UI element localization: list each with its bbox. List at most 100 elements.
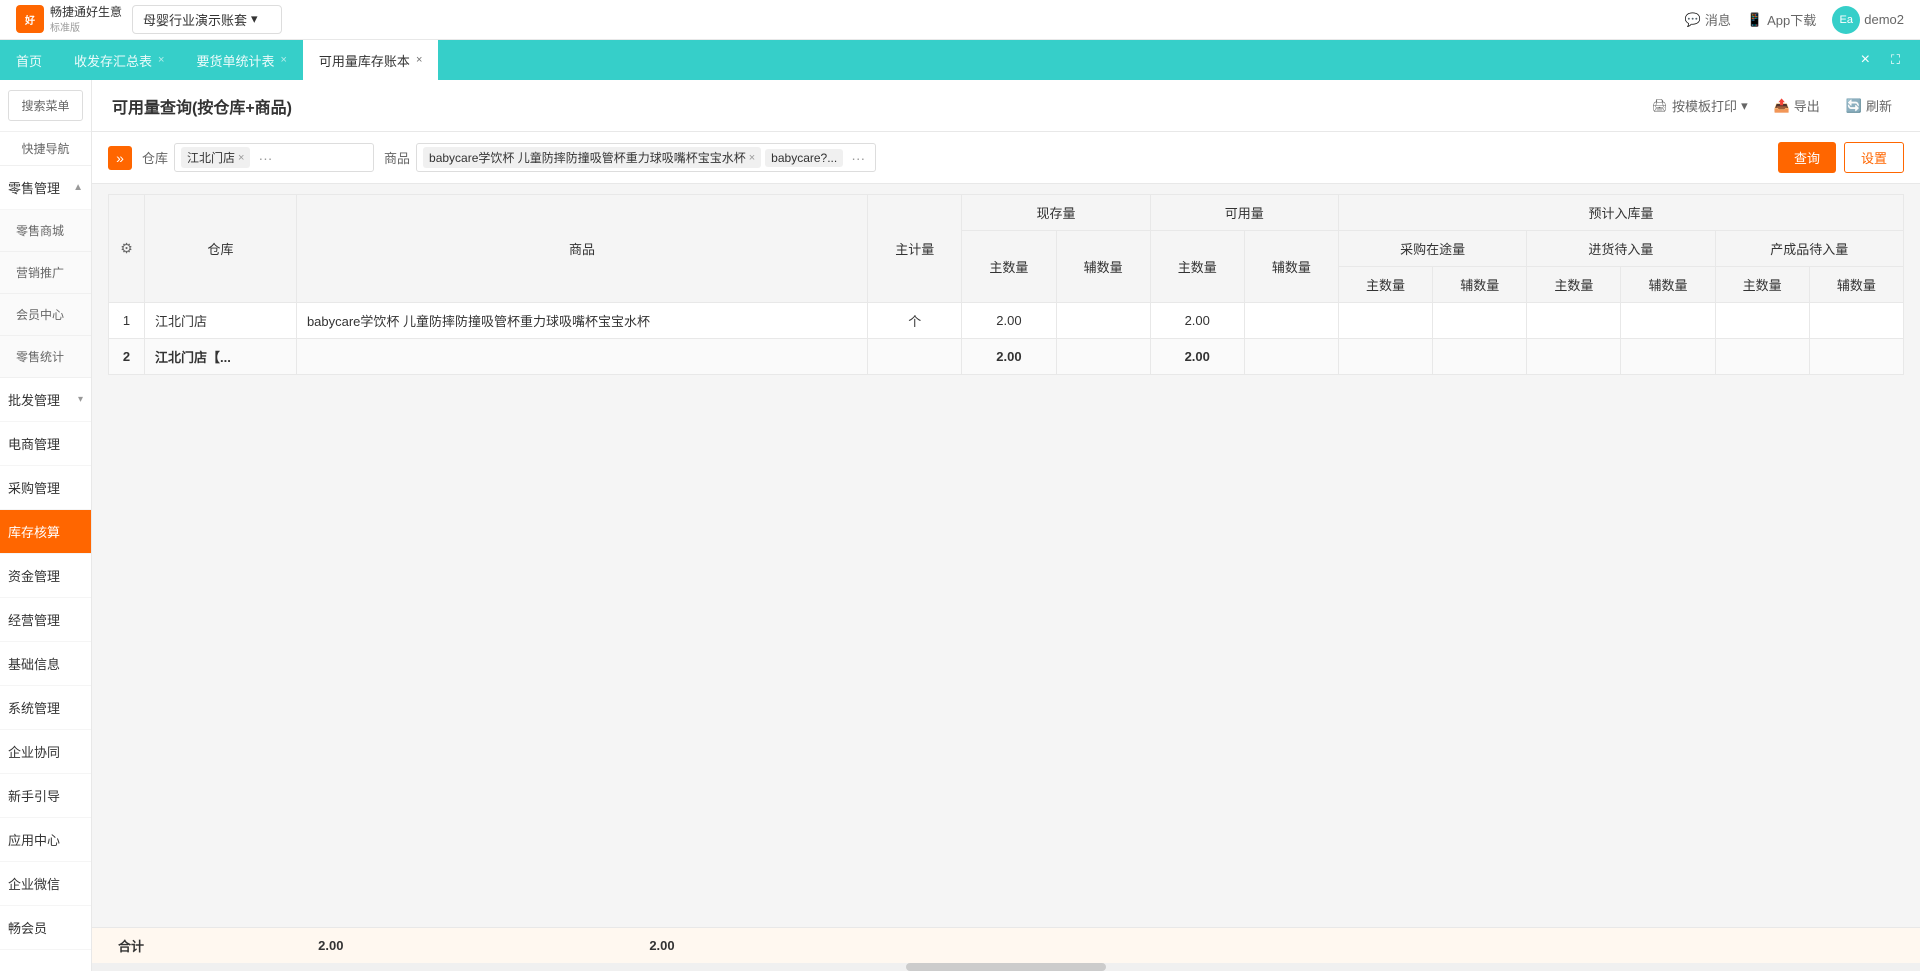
warehouse-more-dots[interactable]: ··· [254,150,276,166]
quick-nav-button[interactable]: 快捷导航 [0,132,91,166]
tab-order-stats[interactable]: 要货单统计表 × [180,40,302,80]
sidebar-item-enterprise-wechat[interactable]: 企业微信 [0,862,91,906]
sidebar-item-finance[interactable]: 资金管理 [0,554,91,598]
sidebar-item-membership[interactable]: 畅会员 [0,906,91,950]
product-more-dots[interactable]: ··· [847,150,869,166]
nav-expand[interactable]: ⛶ [1881,40,1910,80]
logo-icon: 好 [16,5,44,33]
th-pt-main: 主数量 [1338,267,1432,303]
user-initial: Ea [1840,14,1853,26]
table-scroll-bar[interactable] [92,963,1920,971]
row-ip-main-1 [1527,303,1621,339]
export-btn[interactable]: 📤 导出 [1766,92,1828,119]
sidebar-item-enterprise-wechat-label: 企业微信 [8,874,60,893]
table-footer: 合计 2.00 2.00 [92,927,1920,963]
row-pp-main-2 [1715,339,1809,375]
warehouse-tags[interactable]: 江北门店 × ··· [174,143,374,172]
sidebar-item-ecommerce[interactable]: 电商管理 [0,422,91,466]
sidebar-item-basic-info-label: 基础信息 [8,654,60,673]
sidebar-item-new-guide[interactable]: 新手引导 [0,774,91,818]
filter-expand-button[interactable]: » [108,146,132,170]
footer-current-sub [414,938,580,953]
gear-icon[interactable]: ⚙ [120,240,133,256]
product-label: 商品 [384,148,410,167]
product-tag-0-close[interactable]: × [749,152,755,164]
app-download-action[interactable]: 📱 App下载 [1747,10,1816,29]
user-area[interactable]: Ea demo2 [1832,6,1904,34]
sidebar-item-inventory-check[interactable]: 库存核算 [0,510,91,554]
app-download-icon: 📱 [1747,12,1763,28]
sidebar-item-enterprise-collab-label: 企业协同 [8,742,60,761]
org-selector[interactable]: 母婴行业演示账套 ▾ [132,5,282,34]
tab-order-stats-close[interactable]: × [280,54,286,66]
sidebar-item-system-label: 系统管理 [8,698,60,717]
warehouse-tag-close[interactable]: × [238,152,244,164]
sidebar-item-finance-label: 资金管理 [8,566,60,585]
logo-text: 畅捷通好生意 [50,5,122,19]
row-ip-sub-1 [1621,303,1715,339]
product-tag-1: babycare?... [765,149,843,167]
sidebar-item-system[interactable]: 系统管理 [0,686,91,730]
sidebar-search-section: 搜索菜单 [0,80,91,132]
tab-receive-send-close[interactable]: × [158,54,164,66]
close-all-tabs[interactable]: × [1851,40,1880,80]
footer-pp-main [1573,938,1739,953]
table-container: ⚙ 仓库 商品 主计量 现存量 可用量 预计入库量 主数量 辅数量 主数量 辅数… [92,184,1920,927]
sidebar-item-retail-mgmt[interactable]: 零售管理 ▲ [0,166,91,210]
product-tag-text-0: babycare学饮杯 儿童防摔防撞吸管杯重力球吸嘴杯宝宝水杯 [429,149,746,166]
sidebar-item-operations[interactable]: 经营管理 [0,598,91,642]
warehouse-filter: 仓库 江北门店 × ··· [142,143,374,172]
row-pt-main-2 [1338,339,1432,375]
query-button[interactable]: 查询 [1778,142,1836,173]
row-index-1: 1 [109,303,145,339]
sidebar-item-retail-stats[interactable]: 零售统计 [0,336,91,378]
sidebar-item-member-center[interactable]: 会员中心 [0,294,91,336]
th-forecast-incoming: 预计入库量 [1338,195,1903,231]
th-current-sub: 辅数量 [1056,231,1150,303]
product-tags[interactable]: babycare学饮杯 儿童防摔防撞吸管杯重力球吸嘴杯宝宝水杯 × babyca… [416,143,876,172]
logo-area: 好 畅捷通好生意 标准版 [16,5,122,34]
th-ip-sub: 辅数量 [1621,267,1715,303]
tab-home[interactable]: 首页 [0,40,58,80]
th-pp-sub: 辅数量 [1809,267,1903,303]
sidebar-item-purchase-label: 采购管理 [8,478,60,497]
search-menu-button[interactable]: 搜索菜单 [8,90,83,121]
th-purchase-transit: 采购在途量 [1338,231,1526,267]
th-pp-main: 主数量 [1715,267,1809,303]
tab-receive-send[interactable]: 收发存汇总表 × [58,40,180,80]
message-label: 消息 [1705,10,1731,29]
content-area: 可用量查询(按仓库+商品) 🖨 按模板打印 ▾ 📤 导出 🔄 刷新 » [92,80,1920,971]
row-index-2: 2 [109,339,145,375]
tab-available-stock-close[interactable]: × [416,54,422,66]
sidebar-item-purchase[interactable]: 采购管理 [0,466,91,510]
sidebar-item-wholesale-mgmt[interactable]: 批发管理 ▾ [0,378,91,422]
refresh-btn[interactable]: 🔄 刷新 [1838,92,1900,119]
sidebar-item-inventory-check-label: 库存核算 [8,522,60,541]
sidebar-item-membership-label: 畅会员 [8,918,47,937]
product-tag-0: babycare学饮杯 儿童防摔防撞吸管杯重力球吸嘴杯宝宝水杯 × [423,147,761,168]
sidebar-item-marketing[interactable]: 营销推广 [0,252,91,294]
message-action[interactable]: 💬 消息 [1685,10,1731,29]
setting-button[interactable]: 设置 [1844,142,1904,173]
sidebar-item-app-center[interactable]: 应用中心 [0,818,91,862]
template-print-btn[interactable]: 🖨 按模板打印 ▾ [1644,92,1756,119]
tab-available-stock[interactable]: 可用量库存账本 × [303,40,438,80]
top-bar: 好 畅捷通好生意 标准版 母婴行业演示账套 ▾ 💬 消息 📱 App下载 Ea … [0,0,1920,40]
product-tag-text-1: babycare?... [771,151,837,165]
chevron-down-icon: ▾ [251,11,258,27]
row-current-sub-2 [1056,339,1150,375]
tab-receive-send-label: 收发存汇总表 [74,51,152,70]
sidebar-item-enterprise-collab[interactable]: 企业协同 [0,730,91,774]
export-label: 导出 [1794,96,1820,115]
footer-current-main: 2.00 [248,938,414,953]
sidebar-item-retail-store[interactable]: 零售商城 [0,210,91,252]
table-scroll-bar-thumb[interactable] [906,963,1106,971]
row-current-main-1: 2.00 [962,303,1056,339]
sidebar-item-basic-info[interactable]: 基础信息 [0,642,91,686]
logo-text-block: 畅捷通好生意 标准版 [50,5,122,34]
row-current-main-2: 2.00 [962,339,1056,375]
warehouse-tag-text: 江北门店 [187,149,235,166]
warehouse-label: 仓库 [142,148,168,167]
sidebar-item-retail-mgmt-label: 零售管理 [8,178,60,197]
sidebar-item-marketing-label: 营销推广 [16,264,64,281]
